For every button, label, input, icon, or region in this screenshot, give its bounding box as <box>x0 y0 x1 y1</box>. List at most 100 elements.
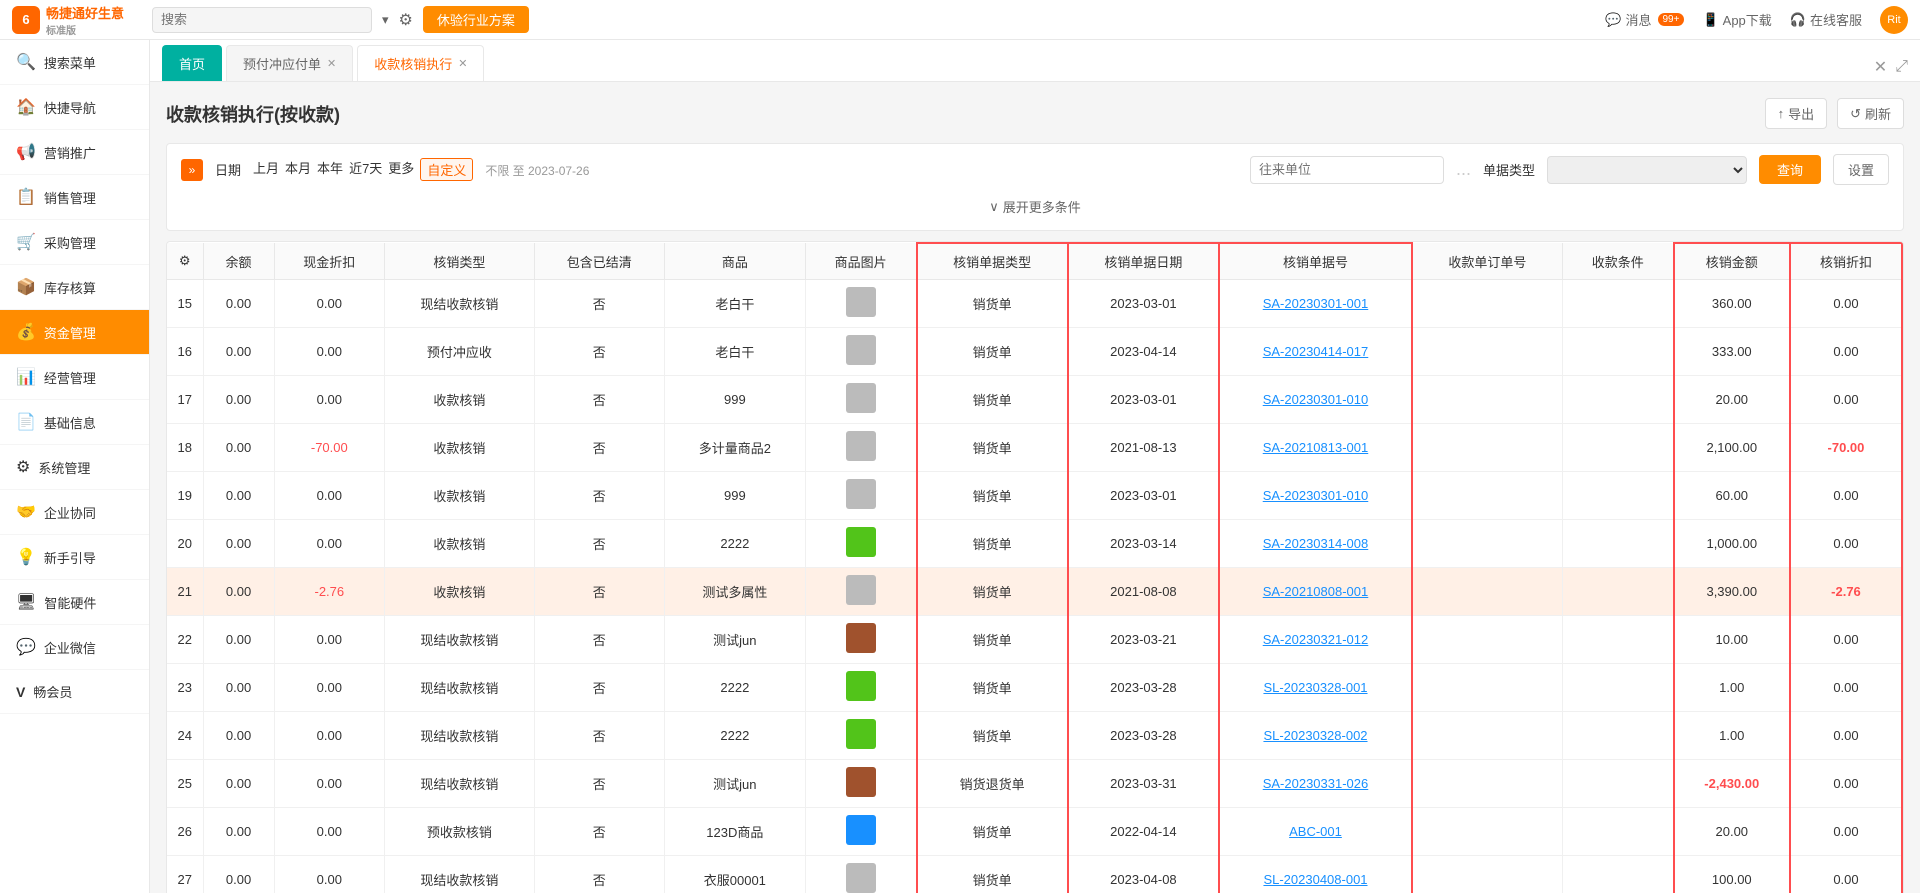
table-row: 260.000.00预收款核销否123D商品销货单2022-04-14ABC-0… <box>167 808 1902 856</box>
tab-maximize[interactable]: ⤢ <box>1895 58 1908 76</box>
row-no: 24 <box>167 712 203 760</box>
page-title: 收款核销执行(按收款) <box>166 101 340 127</box>
sidebar-item-finance[interactable]: 💰 资金管理 <box>0 310 149 355</box>
tab-home[interactable]: 首页 <box>162 45 222 81</box>
refresh-label: 刷新 <box>1865 104 1891 123</box>
table-row: 190.000.00收款核销否999销货单2023-03-01SA-202303… <box>167 472 1902 520</box>
filter-last-month[interactable]: 上月 <box>253 158 279 181</box>
row-no: 25 <box>167 760 203 808</box>
filter-bar: » 日期 上月 本月 本年 近7天 更多 自定义 不限 至 2023-07-26 <box>166 143 1904 231</box>
table-row: 170.000.00收款核销否999销货单2023-03-01SA-202303… <box>167 376 1902 424</box>
sidebar-label-member: 畅会员 <box>33 682 72 701</box>
sidebar-label-marketing: 营销推广 <box>44 143 96 162</box>
gear-icon[interactable]: ⚙ <box>399 10 413 30</box>
sysadmin-icon: ⚙ <box>16 457 30 477</box>
col-writeoff-order-type: 核销单据类型 <box>917 243 1068 280</box>
table-row: 240.000.00现结收款核销否2222销货单2023-03-28SL-202… <box>167 712 1902 760</box>
filter-row-1: » 日期 上月 本月 本年 近7天 更多 自定义 不限 至 2023-07-26 <box>181 154 1889 185</box>
tab-close-all[interactable]: ✕ <box>1874 57 1887 77</box>
user-avatar[interactable]: Rit <box>1880 6 1908 34</box>
table-row: 210.00-2.76收款核销否测试多属性销货单2021-08-08SA-202… <box>167 568 1902 616</box>
top-dropdown[interactable]: ▾ <box>382 12 389 28</box>
col-writeoff-amount: 核销金额 <box>1674 243 1790 280</box>
table-row: 200.000.00收款核销否2222销货单2023-03-14SA-20230… <box>167 520 1902 568</box>
sidebar-item-marketing[interactable]: 📢 营销推广 <box>0 130 149 175</box>
table-row: 250.000.00现结收款核销否测试jun销货退货单2023-03-31SA-… <box>167 760 1902 808</box>
filter-last7[interactable]: 近7天 <box>349 158 382 181</box>
sidebar-item-hardware[interactable]: 🖥 智能硬件 <box>0 580 149 625</box>
sidebar-label-basicinfo: 基础信息 <box>44 413 96 432</box>
partner-more-icon[interactable]: ... <box>1456 159 1471 180</box>
online-service-item[interactable]: 🎧 在线客服 <box>1790 10 1862 29</box>
export-label: 导出 <box>1788 104 1814 123</box>
expand-label: 展开更多条件 <box>1003 197 1081 216</box>
order-type-select[interactable] <box>1547 156 1747 184</box>
purchase-icon: 🛒 <box>16 232 36 252</box>
app-download-item[interactable]: 📱 App下载 <box>1702 10 1771 29</box>
partner-input[interactable] <box>1250 156 1444 184</box>
sidebar-item-inventory[interactable]: 📦 库存核算 <box>0 265 149 310</box>
filter-this-year[interactable]: 本年 <box>317 158 343 181</box>
sidebar-item-operations[interactable]: 📊 经营管理 <box>0 355 149 400</box>
sidebar-item-purchase[interactable]: 🛒 采购管理 <box>0 220 149 265</box>
col-gear[interactable]: ⚙ <box>167 243 203 280</box>
table-body: 150.000.00现结收款核销否老白干销货单2023-03-01SA-2023… <box>167 280 1902 893</box>
row-no: 15 <box>167 280 203 328</box>
expand-more-conditions[interactable]: ∨ 展开更多条件 <box>989 193 1081 220</box>
enterprise-icon: 🤝 <box>16 502 36 522</box>
col-balance: 余额 <box>203 243 274 280</box>
top-bar: 6 畅捷通好生意 标准版 ▾ ⚙ 休验行业方案 💬 消息 99+ 📱 App下载… <box>0 0 1920 40</box>
col-writeoff-type: 核销类型 <box>385 243 535 280</box>
table-row: 220.000.00现结收款核销否测试jun销货单2023-03-21SA-20… <box>167 616 1902 664</box>
sidebar-item-sysadmin[interactable]: ⚙ 系统管理 <box>0 445 149 490</box>
sidebar-item-search[interactable]: 🔍 搜索菜单 <box>0 40 149 85</box>
page-actions: ↑ 导出 ↺ 刷新 <box>1765 98 1904 129</box>
filter-custom[interactable]: 自定义 <box>420 158 473 181</box>
row-no: 18 <box>167 424 203 472</box>
sidebar-item-basicinfo[interactable]: 📄 基础信息 <box>0 400 149 445</box>
filter-more[interactable]: 更多 <box>388 158 414 181</box>
sidebar-item-sales[interactable]: 📋 销售管理 <box>0 175 149 220</box>
search-input[interactable] <box>152 7 372 33</box>
table-row: 180.00-70.00收款核销否多计量商品2销货单2021-08-13SA-2… <box>167 424 1902 472</box>
member-icon: V <box>16 684 25 700</box>
refresh-btn[interactable]: ↺ 刷新 <box>1837 98 1904 129</box>
chevron-down-icon: ▾ <box>382 12 389 28</box>
data-table: ⚙ 余额 现金折扣 核销类型 包含已结清 商品 商品图片 核销单据类型 核销单据… <box>167 242 1903 893</box>
query-btn[interactable]: 查询 <box>1759 155 1821 184</box>
filter-date-links: 上月 本月 本年 近7天 更多 自定义 <box>253 158 473 181</box>
tab-collection-close[interactable]: ✕ <box>458 57 467 70</box>
date-label: 日期 <box>215 160 241 179</box>
tab-prepay-close[interactable]: ✕ <box>327 57 336 70</box>
operations-icon: 📊 <box>16 367 36 387</box>
col-writeoff-date: 核销单据日期 <box>1068 243 1219 280</box>
sidebar-label-finance: 资金管理 <box>44 323 96 342</box>
sidebar-label-enterprise: 企业协同 <box>44 503 96 522</box>
tab-prepay-label: 预付冲应付单 <box>243 54 321 73</box>
tab-collection[interactable]: 收款核销执行 ✕ <box>357 45 484 81</box>
settings-btn[interactable]: 设置 <box>1833 154 1889 185</box>
sidebar-item-wechat[interactable]: 💬 企业微信 <box>0 625 149 670</box>
sidebar-label-purchase: 采购管理 <box>44 233 96 252</box>
home-icon: 🏠 <box>16 97 36 117</box>
message-icon: 💬 <box>1605 12 1621 28</box>
order-type-label: 单据类型 <box>1483 160 1535 179</box>
message-badge: 99+ <box>1658 13 1685 26</box>
sidebar-item-member[interactable]: V 畅会员 <box>0 670 149 714</box>
tab-prepay[interactable]: 预付冲应付单 ✕ <box>226 45 353 81</box>
export-btn[interactable]: ↑ 导出 <box>1765 98 1828 129</box>
message-item[interactable]: 💬 消息 99+ <box>1605 10 1684 29</box>
sidebar-item-quicknav[interactable]: 🏠 快捷导航 <box>0 85 149 130</box>
filter-this-month[interactable]: 本月 <box>285 158 311 181</box>
data-table-container: ⚙ 余额 现金折扣 核销类型 包含已结清 商品 商品图片 核销单据类型 核销单据… <box>166 241 1904 893</box>
filter-collapse-btn[interactable]: » <box>181 159 203 181</box>
sidebar-label-inventory: 库存核算 <box>44 278 96 297</box>
marketing-icon: 📢 <box>16 142 36 162</box>
app-name: 畅捷通好生意 <box>46 3 124 22</box>
chevron-down-icon: ∨ <box>989 199 999 215</box>
industry-btn[interactable]: 休验行业方案 <box>423 6 529 33</box>
headset-icon: 🎧 <box>1790 12 1806 28</box>
table-header-row: ⚙ 余额 现金折扣 核销类型 包含已结清 商品 商品图片 核销单据类型 核销单据… <box>167 243 1902 280</box>
sidebar-item-enterprise[interactable]: 🤝 企业协同 <box>0 490 149 535</box>
sidebar-item-guide[interactable]: 💡 新手引导 <box>0 535 149 580</box>
